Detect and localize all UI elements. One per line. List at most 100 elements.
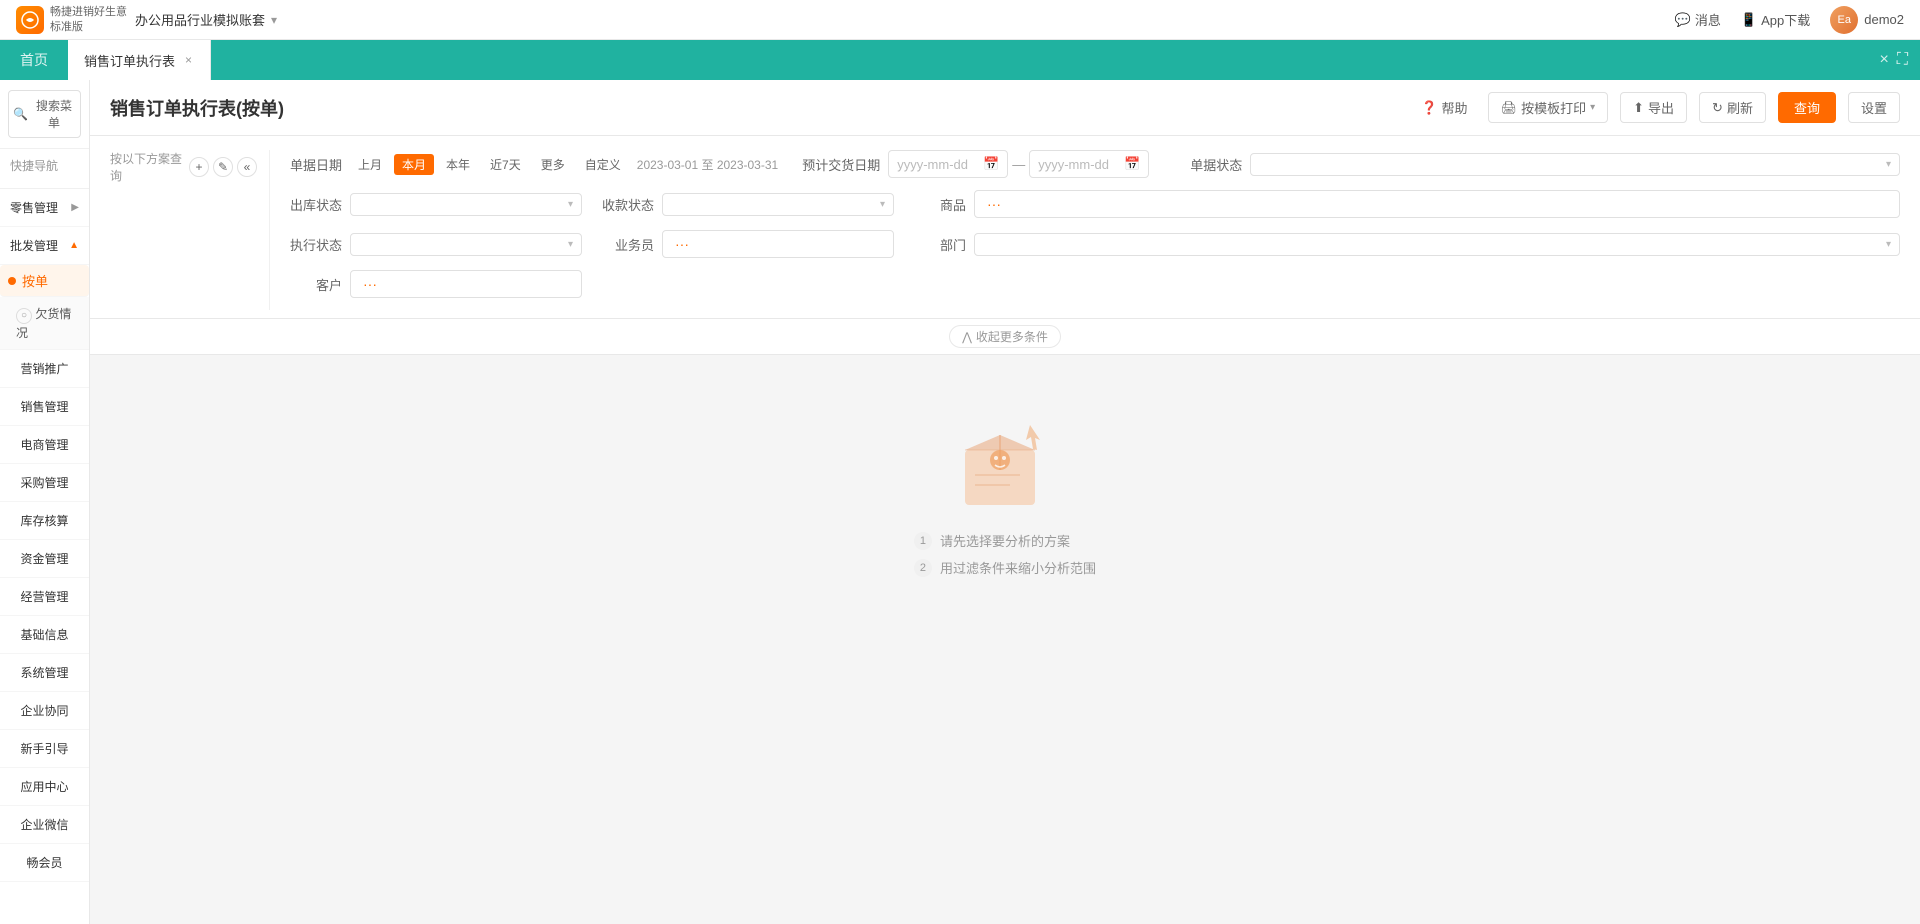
order-status-dropdown[interactable]: ▾ [1250, 153, 1900, 176]
breadcrumb-arrow[interactable]: ▾ [271, 13, 277, 27]
maximize-icon[interactable]: ⛶ [1897, 51, 1908, 69]
empty-tips: 1 请先选择要分析的方案 2 用过滤条件来缩小分析范围 [914, 531, 1096, 577]
customer-input[interactable]: ··· [350, 270, 582, 298]
sidebar-item-collab[interactable]: 企业协同 [0, 692, 89, 730]
filter-scheme-sidebar: 按以下方案查询 + ✎ « [110, 150, 270, 310]
sidebar-item-guide[interactable]: 新手引导 [0, 730, 89, 768]
salesperson-input[interactable]: ··· [662, 230, 894, 258]
filter-sidebar-actions: + ✎ « [189, 157, 257, 177]
expected-date-end[interactable]: yyyy-mm-dd 📅 [1029, 150, 1149, 178]
filter-form: 单据日期 上月 本月 本年 近7天 更多 自定义 2023-03-01 至 20… [282, 150, 1900, 310]
message-button[interactable]: 💬 消息 [1675, 10, 1721, 29]
sidebar-item-label: 零售管理 [10, 199, 58, 216]
empty-tip-2: 2 用过滤条件来缩小分析范围 [914, 558, 1096, 577]
expected-date-range: yyyy-mm-dd 📅 — yyyy-mm-dd 📅 [888, 150, 1149, 178]
goods-more-icon[interactable]: ··· [987, 196, 1001, 212]
sidebar-item-retail[interactable]: 零售管理 ▶ [0, 189, 89, 227]
sidebar-item-sales[interactable]: 销售管理 [0, 388, 89, 426]
filter-field-date: 单据日期 上月 本月 本年 近7天 更多 自定义 2023-03-01 至 20… [282, 154, 778, 175]
logo-icon [16, 6, 44, 34]
date-recent7[interactable]: 近7天 [482, 154, 529, 175]
sidebar-item-ecommerce[interactable]: 电商管理 [0, 426, 89, 464]
user-menu[interactable]: Ea demo2 [1830, 6, 1904, 34]
date-prev-month[interactable]: 上月 [350, 154, 390, 175]
search-button[interactable]: 查询 [1778, 92, 1836, 123]
filter-field-execution-status: 执行状态 ▾ [282, 233, 582, 256]
customer-more-icon[interactable]: ··· [363, 276, 377, 292]
delivery-arrow-icon: ▾ [568, 199, 573, 210]
empty-state: 1 请先选择要分析的方案 2 用过滤条件来缩小分析范围 [90, 355, 1920, 637]
sidebar: 🔍 搜索菜单 快捷导航 零售管理 ▶ 批发管理 ▲ 按单 ○ 欠货情况 营销推广 [0, 80, 90, 924]
collapse-scheme-button[interactable]: « [237, 157, 257, 177]
sidebar-sub-item-order[interactable]: 按单 [0, 265, 89, 297]
sidebar-item-operations[interactable]: 经营管理 [0, 578, 89, 616]
chevron-right-icon: ▶ [71, 202, 79, 213]
search-menu-button[interactable]: 🔍 搜索菜单 [8, 90, 81, 138]
sidebar-item-wework[interactable]: 企业微信 [0, 806, 89, 844]
date-more[interactable]: 更多 [533, 154, 573, 175]
content-area: 销售订单执行表(按单) ❓ 帮助 🖨 按模板打印 ▾ ⬆ 导出 ↻ 刷新 [90, 80, 1920, 924]
edit-scheme-button[interactable]: ✎ [213, 157, 233, 177]
export-button[interactable]: ⬆ 导出 [1620, 92, 1687, 123]
date-range-text: 2023-03-01 至 2023-03-31 [637, 156, 778, 173]
tip-number-1: 1 [914, 532, 932, 550]
sidebar-item-purchase[interactable]: 采购管理 [0, 464, 89, 502]
close-window-icon[interactable]: × [1879, 51, 1888, 69]
date-current-month[interactable]: 本月 [394, 154, 434, 175]
page-header: 销售订单执行表(按单) ❓ 帮助 🖨 按模板打印 ▾ ⬆ 导出 ↻ 刷新 [90, 80, 1920, 136]
sidebar-item-members[interactable]: 畅会员 [0, 844, 89, 882]
app-download-button[interactable]: 📱 App下载 [1741, 10, 1810, 29]
tab-close-icon[interactable]: × [183, 51, 194, 69]
collapse-button[interactable]: ⋀ 收起更多条件 [949, 325, 1061, 348]
collection-status-dropdown[interactable]: ▾ [662, 193, 894, 216]
chevron-down-icon: ▲ [69, 240, 79, 251]
filter-row-2: 出库状态 ▾ 收款状态 ▾ 商品 [282, 190, 1900, 218]
tab-home[interactable]: 首页 [0, 40, 68, 80]
logo-area: 畅捷进销好生意 标准版 [16, 5, 127, 34]
content-body: 1 请先选择要分析的方案 2 用过滤条件来缩小分析范围 [90, 355, 1920, 924]
filter-row-1: 单据日期 上月 本月 本年 近7天 更多 自定义 2023-03-01 至 20… [282, 150, 1900, 178]
download-icon: 📱 [1741, 12, 1757, 28]
sidebar-item-system[interactable]: 系统管理 [0, 654, 89, 692]
settings-button[interactable]: 设置 [1848, 92, 1900, 123]
execution-arrow-icon: ▾ [568, 239, 573, 250]
collection-arrow-icon: ▾ [880, 199, 885, 210]
date-custom[interactable]: 自定义 [577, 154, 629, 175]
help-icon: ❓ [1421, 100, 1437, 116]
collapse-bar: ⋀ 收起更多条件 [90, 319, 1920, 355]
salesperson-more-icon[interactable]: ··· [675, 236, 689, 252]
sidebar-item-finance[interactable]: 资金管理 [0, 540, 89, 578]
delivery-status-dropdown[interactable]: ▾ [350, 193, 582, 216]
refresh-button[interactable]: ↻ 刷新 [1699, 92, 1766, 123]
filter-field-dept: 部门 ▾ [906, 233, 1900, 256]
help-button[interactable]: ❓ 帮助 [1413, 94, 1475, 121]
dept-arrow-icon: ▾ [1886, 239, 1891, 250]
sidebar-item-marketing[interactable]: 营销推广 [0, 350, 89, 388]
sidebar-item-basics[interactable]: 基础信息 [0, 616, 89, 654]
filter-panel: 按以下方案查询 + ✎ « 单据日期 上月 [90, 136, 1920, 319]
filter-field-delivery-status: 出库状态 ▾ [282, 193, 582, 216]
collapse-icon: ⋀ [962, 330, 972, 344]
calendar-icon2: 📅 [1124, 156, 1140, 172]
message-icon: 💬 [1675, 12, 1691, 28]
avatar: Ea [1830, 6, 1858, 34]
sidebar-item-appstore[interactable]: 应用中心 [0, 768, 89, 806]
sidebar-item-inventory[interactable]: 库存核算 [0, 502, 89, 540]
expected-date-start[interactable]: yyyy-mm-dd 📅 [888, 150, 1008, 178]
filter-field-goods: 商品 ··· [906, 190, 1900, 218]
filter-field-order-status: 单据状态 ▾ [1182, 153, 1900, 176]
refresh-icon: ↻ [1712, 100, 1723, 116]
page-title: 销售订单执行表(按单) [110, 95, 284, 121]
print-button[interactable]: 🖨 按模板打印 ▾ [1488, 92, 1609, 123]
dept-dropdown[interactable]: ▾ [974, 233, 1900, 256]
page-actions: ❓ 帮助 🖨 按模板打印 ▾ ⬆ 导出 ↻ 刷新 查询 [1413, 92, 1900, 123]
date-current-year[interactable]: 本年 [438, 154, 478, 175]
sidebar-sub-item-shortage[interactable]: ○ 欠货情况 [0, 297, 89, 350]
goods-input[interactable]: ··· [974, 190, 1900, 218]
sidebar-item-wholesale[interactable]: 批发管理 ▲ [0, 227, 89, 265]
execution-status-dropdown[interactable]: ▾ [350, 233, 582, 256]
filter-row-3: 执行状态 ▾ 业务员 ··· 部门 [282, 230, 1900, 258]
tab-sales-order[interactable]: 销售订单执行表 × [68, 40, 211, 80]
empty-tip-1: 1 请先选择要分析的方案 [914, 531, 1096, 550]
add-scheme-button[interactable]: + [189, 157, 209, 177]
